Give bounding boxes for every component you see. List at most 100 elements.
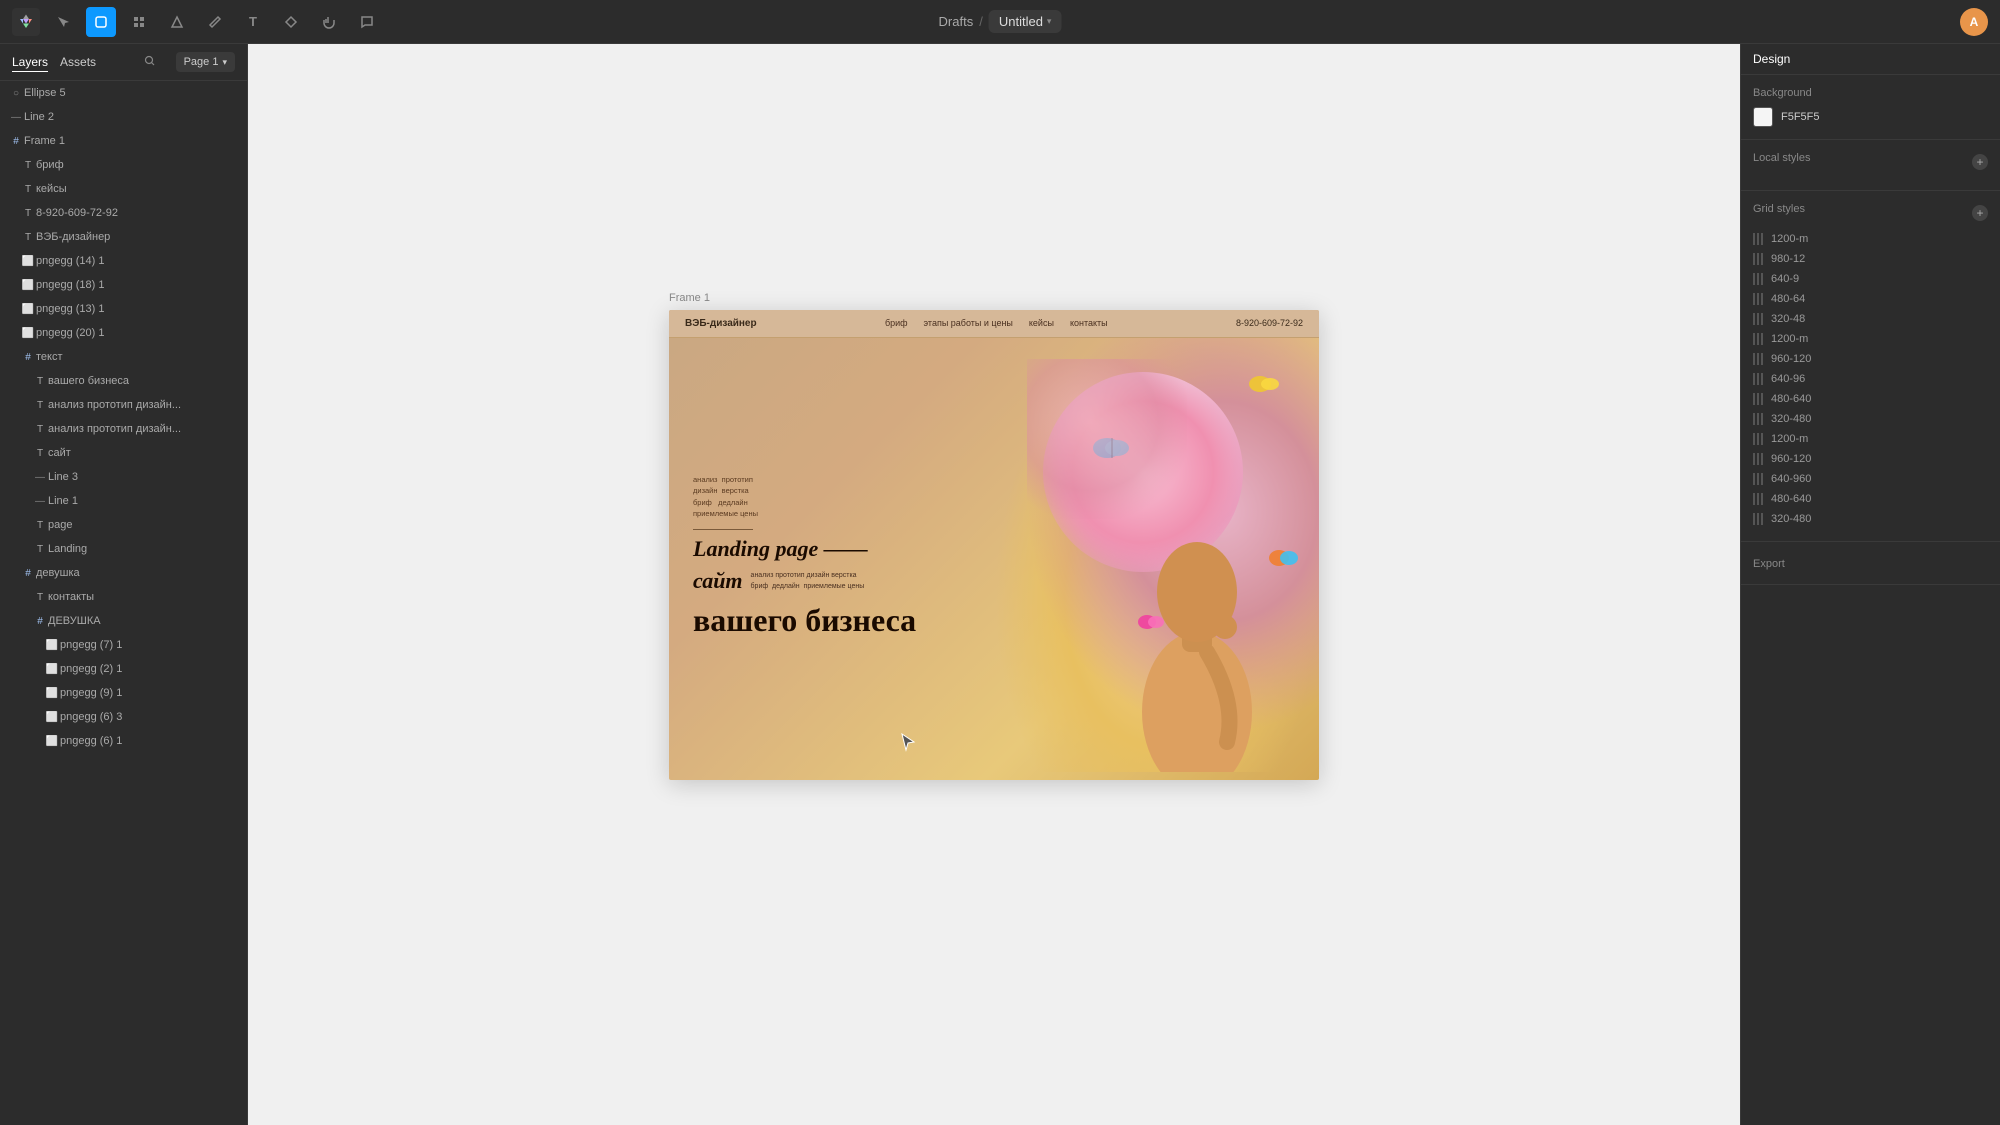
bg-color-row: F5F5F5 <box>1753 107 1988 127</box>
grid-style-row[interactable]: 480-640 <box>1753 389 1988 409</box>
layer-item[interactable]: Tанализ прототип дизайн... <box>0 417 247 441</box>
grid-style-row[interactable]: 640-96 <box>1753 369 1988 389</box>
canvas-area[interactable]: Frame 1 ВЭБ-дизайнер бриф этапы работы и… <box>248 44 1740 1125</box>
grid-style-row[interactable]: 640-9 <box>1753 269 1988 289</box>
drafts-link[interactable]: Drafts <box>939 14 974 29</box>
move-tool[interactable] <box>48 7 78 37</box>
layer-item[interactable]: ⬜pngegg (14) 1 <box>0 249 247 273</box>
hand-tool[interactable] <box>314 7 344 37</box>
grid-style-row[interactable]: 980-12 <box>1753 249 1988 269</box>
bg-color-swatch[interactable] <box>1753 107 1773 127</box>
design-tab[interactable]: Design <box>1753 52 1790 66</box>
layer-item[interactable]: —Line 2 <box>0 105 247 129</box>
page-selector[interactable]: Page 1 ▾ <box>176 52 235 72</box>
layer-type-icon: # <box>8 133 24 149</box>
layer-item[interactable]: #ДЕВУШКА <box>0 609 247 633</box>
toolbar-center: Drafts / Untitled ▾ <box>939 10 1062 33</box>
layer-name: pngegg (2) 1 <box>60 663 239 675</box>
layer-item[interactable]: Tсайт <box>0 441 247 465</box>
layer-item[interactable]: Tкейсы <box>0 177 247 201</box>
assets-tab[interactable]: Assets <box>60 53 96 71</box>
layers-tab[interactable]: Layers <box>12 53 48 72</box>
layer-item[interactable]: #Frame 1 <box>0 129 247 153</box>
text-tool[interactable]: T <box>238 7 268 37</box>
grid-style-row[interactable]: 320-480 <box>1753 409 1988 429</box>
layer-item[interactable]: ⬜pngegg (18) 1 <box>0 273 247 297</box>
layer-type-icon: ⬜ <box>44 661 60 677</box>
add-grid-style-btn[interactable]: + <box>1972 205 1988 221</box>
layer-type-icon: — <box>32 493 48 509</box>
shape-tool[interactable] <box>162 7 192 37</box>
landing-body: анализ прототипдизайн версткабриф дедлай… <box>669 338 1319 772</box>
design-frame[interactable]: ВЭБ-дизайнер бриф этапы работы и цены ке… <box>669 310 1319 780</box>
page-title: Untitled <box>999 14 1043 29</box>
layer-name: Line 2 <box>24 111 239 123</box>
grid-style-row[interactable]: 320-480 <box>1753 509 1988 529</box>
grid-styles-header: Grid styles + <box>1753 203 1988 223</box>
layer-type-icon: T <box>20 205 36 221</box>
layer-item[interactable]: TLanding <box>0 537 247 561</box>
grid-style-icon <box>1753 473 1763 485</box>
layer-name: Landing <box>48 543 239 555</box>
pen-tool[interactable] <box>200 7 230 37</box>
grid-style-row[interactable]: 960-120 <box>1753 349 1988 369</box>
layer-type-icon: T <box>20 229 36 245</box>
grid-styles-list: 1200-m 980-12 640-9 480-64 320-48 1200-m… <box>1753 229 1988 529</box>
grid-style-row[interactable]: 640-960 <box>1753 469 1988 489</box>
layer-item[interactable]: ⬜pngegg (7) 1 <box>0 633 247 657</box>
grid-style-row[interactable]: 1200-m <box>1753 329 1988 349</box>
layer-type-icon: ⬜ <box>44 637 60 653</box>
layer-item[interactable]: —Line 3 <box>0 465 247 489</box>
local-styles-label: Local styles <box>1753 152 1810 164</box>
search-icon[interactable] <box>144 55 156 70</box>
grid-style-row[interactable]: 480-640 <box>1753 489 1988 509</box>
grid-style-row[interactable]: 960-120 <box>1753 449 1988 469</box>
layer-item[interactable]: Tконтакты <box>0 585 247 609</box>
grid-style-icon <box>1753 253 1763 265</box>
frame-tool[interactable] <box>124 7 154 37</box>
landing-image-col <box>994 338 1319 772</box>
layer-item[interactable]: TВЭБ-дизайнер <box>0 225 247 249</box>
layer-item[interactable]: Tанализ прототип дизайн... <box>0 393 247 417</box>
layer-item[interactable]: ○Ellipse 5 <box>0 81 247 105</box>
frame-container: Frame 1 ВЭБ-дизайнер бриф этапы работы и… <box>669 310 1319 780</box>
lp-line-1 <box>693 529 753 530</box>
grid-style-row[interactable]: 1200-m <box>1753 429 1988 449</box>
layer-item[interactable]: Tвашего бизнеса <box>0 369 247 393</box>
grid-style-row[interactable]: 320-48 <box>1753 309 1988 329</box>
layer-item[interactable]: ⬜pngegg (2) 1 <box>0 657 247 681</box>
lp-tags-mid: анализ прототип дизайн версткабриф дедла… <box>751 570 865 592</box>
comment-tool[interactable] <box>352 7 382 37</box>
layer-item[interactable]: ⬜pngegg (20) 1 <box>0 321 247 345</box>
layer-type-icon: ⬜ <box>20 301 36 317</box>
layer-item[interactable]: Tpage <box>0 513 247 537</box>
layer-item[interactable]: #девушка <box>0 561 247 585</box>
grid-style-row[interactable]: 480-64 <box>1753 289 1988 309</box>
grid-style-row[interactable]: 1200-m <box>1753 229 1988 249</box>
layer-type-icon: ⬜ <box>44 685 60 701</box>
layer-type-icon: T <box>32 397 48 413</box>
layer-type-icon: — <box>8 109 24 125</box>
export-label[interactable]: Export <box>1753 558 1785 570</box>
layer-type-icon: ⬜ <box>20 253 36 269</box>
layer-item[interactable]: —Line 1 <box>0 489 247 513</box>
avatar[interactable]: A <box>1960 8 1988 36</box>
layer-name: pngegg (6) 3 <box>60 711 239 723</box>
layer-item[interactable]: T8-920-609-72-92 <box>0 201 247 225</box>
component-tool[interactable] <box>276 7 306 37</box>
select-tool[interactable] <box>86 7 116 37</box>
layer-type-icon: ⬜ <box>44 733 60 749</box>
layer-item[interactable]: #текст <box>0 345 247 369</box>
layer-type-icon: T <box>32 541 48 557</box>
title-dropdown[interactable]: Untitled ▾ <box>989 10 1062 33</box>
layer-type-icon: T <box>32 421 48 437</box>
layer-item[interactable]: ⬜pngegg (6) 1 <box>0 729 247 753</box>
layer-item[interactable]: ⬜pngegg (13) 1 <box>0 297 247 321</box>
app-logo[interactable] <box>12 8 40 36</box>
layer-item[interactable]: Tбриф <box>0 153 247 177</box>
layer-item[interactable]: ⬜pngegg (9) 1 <box>0 681 247 705</box>
layer-name: ВЭБ-дизайнер <box>36 231 239 243</box>
add-local-style-btn[interactable]: + <box>1972 154 1988 170</box>
layer-item[interactable]: ⬜pngegg (6) 3 <box>0 705 247 729</box>
local-styles-row: Local styles + <box>1753 152 1988 172</box>
